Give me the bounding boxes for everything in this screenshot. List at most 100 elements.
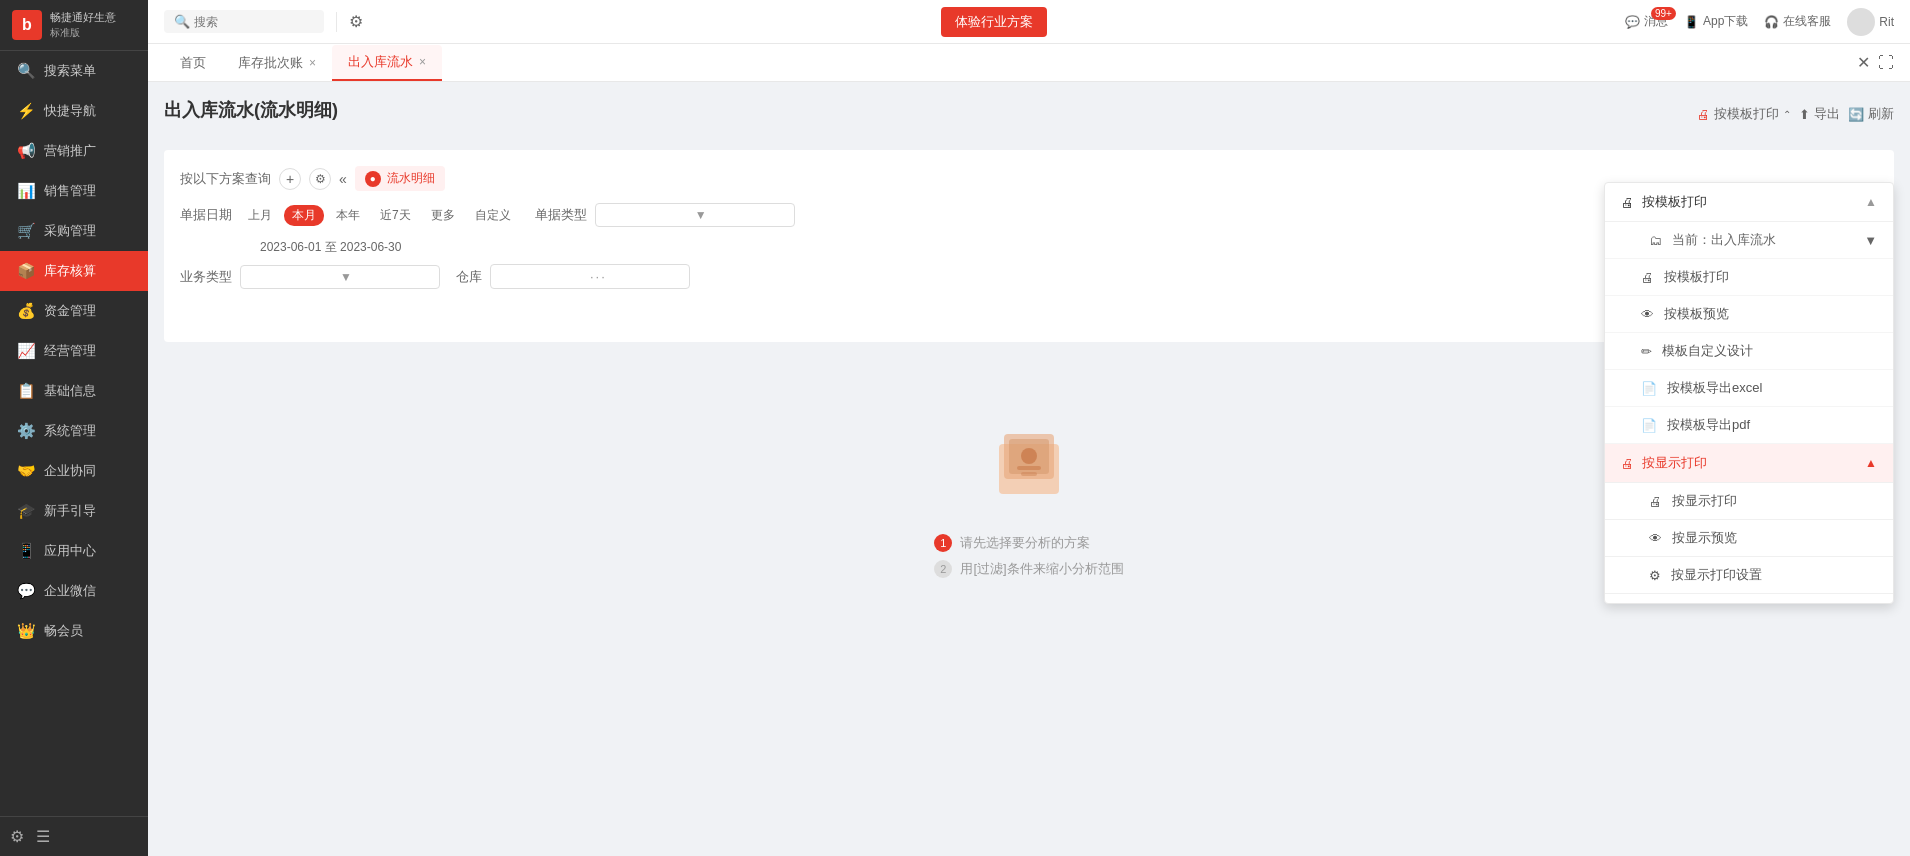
sidebar-item-label: 资金管理: [44, 302, 96, 320]
dropdown-template-excel-item[interactable]: 📄 按模板导出excel: [1605, 370, 1893, 407]
tab-bar: 首页 库存批次账 × 出入库流水 × ✕ ⛶: [148, 44, 1910, 82]
main-area: 🔍 ⚙ 体验行业方案 💬 消息 99+ 📱 App下载 🎧 在线客服 Rit: [148, 0, 1910, 856]
sidebar-item-cooperation[interactable]: 🤝 企业协同: [0, 451, 148, 491]
tab-inventory-batch-close[interactable]: ×: [309, 56, 316, 70]
filter-tag: ● 流水明细: [355, 166, 445, 191]
sidebar-item-sales[interactable]: 📊 销售管理: [0, 171, 148, 211]
collapse-sidebar-icon[interactable]: ☰: [36, 827, 50, 846]
tab-home[interactable]: 首页: [164, 46, 222, 80]
tab-inventory-batch[interactable]: 库存批次账 ×: [222, 46, 332, 80]
template-print-button[interactable]: 🖨 按模板打印 ⌃: [1697, 105, 1791, 123]
dropdown-display-print-item[interactable]: 🖨 按显示打印: [1605, 483, 1893, 520]
svg-rect-5: [1021, 472, 1037, 476]
sidebar-item-system[interactable]: ⚙️ 系统管理: [0, 411, 148, 451]
sidebar-item-finance[interactable]: 💰 资金管理: [0, 291, 148, 331]
sidebar-item-label: 快捷导航: [44, 102, 96, 120]
sidebar-item-inventory[interactable]: 📦 库存核算: [0, 251, 148, 291]
refresh-label: 刷新: [1868, 105, 1894, 123]
warehouse-label: 仓库: [456, 268, 482, 286]
dropdown-display-settings-item[interactable]: ⚙ 按显示打印设置: [1605, 557, 1893, 594]
date-option-this-year[interactable]: 本年: [328, 205, 368, 226]
doc-type-select[interactable]: ▼: [595, 203, 795, 227]
header-divider: [336, 12, 337, 32]
sidebar-item-quick-nav[interactable]: ⚡ 快捷导航: [0, 91, 148, 131]
sidebar-logo: b 畅捷通好生意 标准版: [0, 0, 148, 51]
dropdown-current-item[interactable]: 🗂 当前：出入库流水 ▼: [1605, 222, 1893, 259]
sidebar-item-label: 库存核算: [44, 262, 96, 280]
dropdown-display-title-label: 按显示打印: [1642, 454, 1707, 472]
business-type-select[interactable]: ▼: [240, 265, 440, 289]
app-download-button[interactable]: 📱 App下载: [1684, 13, 1748, 30]
template-design-icon: ✏: [1641, 344, 1652, 359]
action-bar: 🖨 按模板打印 ⌃ ⬆ 导出 🔄 刷新: [1697, 105, 1894, 123]
search-icon: 🔍: [16, 61, 36, 81]
dropdown-template-print-header[interactable]: 🖨 按模板打印 ▲: [1605, 183, 1893, 222]
headset-icon: 🎧: [1764, 15, 1779, 29]
dropdown-display-excel-item[interactable]: 📄 按显示导出excel: [1605, 594, 1893, 603]
app-center-icon: 📱: [16, 541, 36, 561]
refresh-button[interactable]: 🔄 刷新: [1848, 105, 1894, 123]
warehouse-select[interactable]: ···: [490, 264, 690, 289]
date-option-last-month[interactable]: 上月: [240, 205, 280, 226]
step-2-label: 用[过滤]条件来缩小分析范围: [960, 560, 1123, 578]
message-badge: 99+: [1651, 7, 1676, 20]
app-download-label: App下载: [1703, 13, 1748, 30]
date-option-more[interactable]: 更多: [423, 205, 463, 226]
business-type-arrow: ▼: [340, 270, 431, 284]
user-avatar-button[interactable]: Rit: [1847, 8, 1894, 36]
dropdown-template-pdf-item[interactable]: 📄 按模板导出pdf: [1605, 407, 1893, 444]
sidebar-item-label: 采购管理: [44, 222, 96, 240]
filter-collapse-button[interactable]: «: [339, 171, 347, 187]
sidebar-bottom: ⚙ ☰: [0, 816, 148, 856]
current-doc-icon: 🗂: [1649, 233, 1662, 248]
sidebar: b 畅捷通好生意 标准版 🔍 搜索菜单 ⚡ 快捷导航 📢 营销推广 📊 销售管理…: [0, 0, 148, 856]
doc-type-label: 单据类型: [535, 206, 587, 224]
sidebar-item-basic[interactable]: 📋 基础信息: [0, 371, 148, 411]
tab-inventory-flow[interactable]: 出入库流水 ×: [332, 45, 442, 81]
tab-inventory-batch-label: 库存批次账: [238, 54, 303, 72]
sidebar-item-newbie[interactable]: 🎓 新手引导: [0, 491, 148, 531]
dropdown-display-print-header[interactable]: 🖨 按显示打印 ▲: [1605, 444, 1893, 483]
dropdown-display-preview-item[interactable]: 👁 按显示预览: [1605, 520, 1893, 557]
search-input[interactable]: [194, 15, 314, 29]
filter-tag-icon: ●: [365, 171, 381, 187]
system-icon: ⚙️: [16, 421, 36, 441]
tab-inventory-flow-close[interactable]: ×: [419, 55, 426, 69]
wechat-icon: 💬: [16, 581, 36, 601]
template-preview-label: 按模板预览: [1664, 305, 1729, 323]
dropdown-template-design-item[interactable]: ✏ 模板自定义设计: [1605, 333, 1893, 370]
sidebar-item-marketing[interactable]: 📢 营销推广: [0, 131, 148, 171]
dropdown-scroll-area: 🖨 按模板打印 ▲ 🗂 当前：出入库流水 ▼ 🖨 按模板打印 👁 按模板预览: [1605, 183, 1893, 603]
date-options: 上月 本月 本年 近7天 更多 自定义: [240, 205, 519, 226]
online-service-button[interactable]: 🎧 在线客服: [1764, 13, 1831, 30]
date-option-this-month[interactable]: 本月: [284, 205, 324, 226]
date-option-custom[interactable]: 自定义: [467, 205, 519, 226]
export-button[interactable]: ⬆ 导出: [1799, 105, 1840, 123]
settings-bottom-icon[interactable]: ⚙: [10, 827, 24, 846]
sidebar-item-operation[interactable]: 📈 经营管理: [0, 331, 148, 371]
sidebar-item-app-center[interactable]: 📱 应用中心: [0, 531, 148, 571]
filter-settings-button[interactable]: ⚙: [309, 168, 331, 190]
date-option-7-days[interactable]: 近7天: [372, 205, 419, 226]
dropdown-template-preview-item[interactable]: 👁 按模板预览: [1605, 296, 1893, 333]
header-search-box[interactable]: 🔍: [164, 10, 324, 33]
tab-home-label: 首页: [180, 54, 206, 72]
dropdown-current-label: 当前：出入库流水: [1672, 231, 1776, 249]
sidebar-item-search[interactable]: 🔍 搜索菜单: [0, 51, 148, 91]
sidebar-item-label: 经营管理: [44, 342, 96, 360]
sidebar-item-purchase[interactable]: 🛒 采购管理: [0, 211, 148, 251]
maximize-tab-button[interactable]: ⛶: [1878, 53, 1894, 72]
gear-icon[interactable]: ⚙: [349, 12, 363, 31]
close-tab-button[interactable]: ✕: [1857, 53, 1870, 72]
sidebar-item-vip[interactable]: 👑 畅会员: [0, 611, 148, 651]
filter-add-button[interactable]: +: [279, 168, 301, 190]
message-button[interactable]: 💬 消息 99+: [1625, 13, 1668, 30]
display-print-item-icon: 🖨: [1649, 494, 1662, 509]
dropdown-template-print-item[interactable]: 🖨 按模板打印: [1605, 259, 1893, 296]
sidebar-item-wechat[interactable]: 💬 企业微信: [0, 571, 148, 611]
user-name: Rit: [1879, 15, 1894, 29]
quick-nav-icon: ⚡: [16, 101, 36, 121]
business-type-field: 业务类型 ▼: [180, 265, 440, 289]
trial-button[interactable]: 体验行业方案: [941, 7, 1047, 37]
sidebar-item-label: 系统管理: [44, 422, 96, 440]
